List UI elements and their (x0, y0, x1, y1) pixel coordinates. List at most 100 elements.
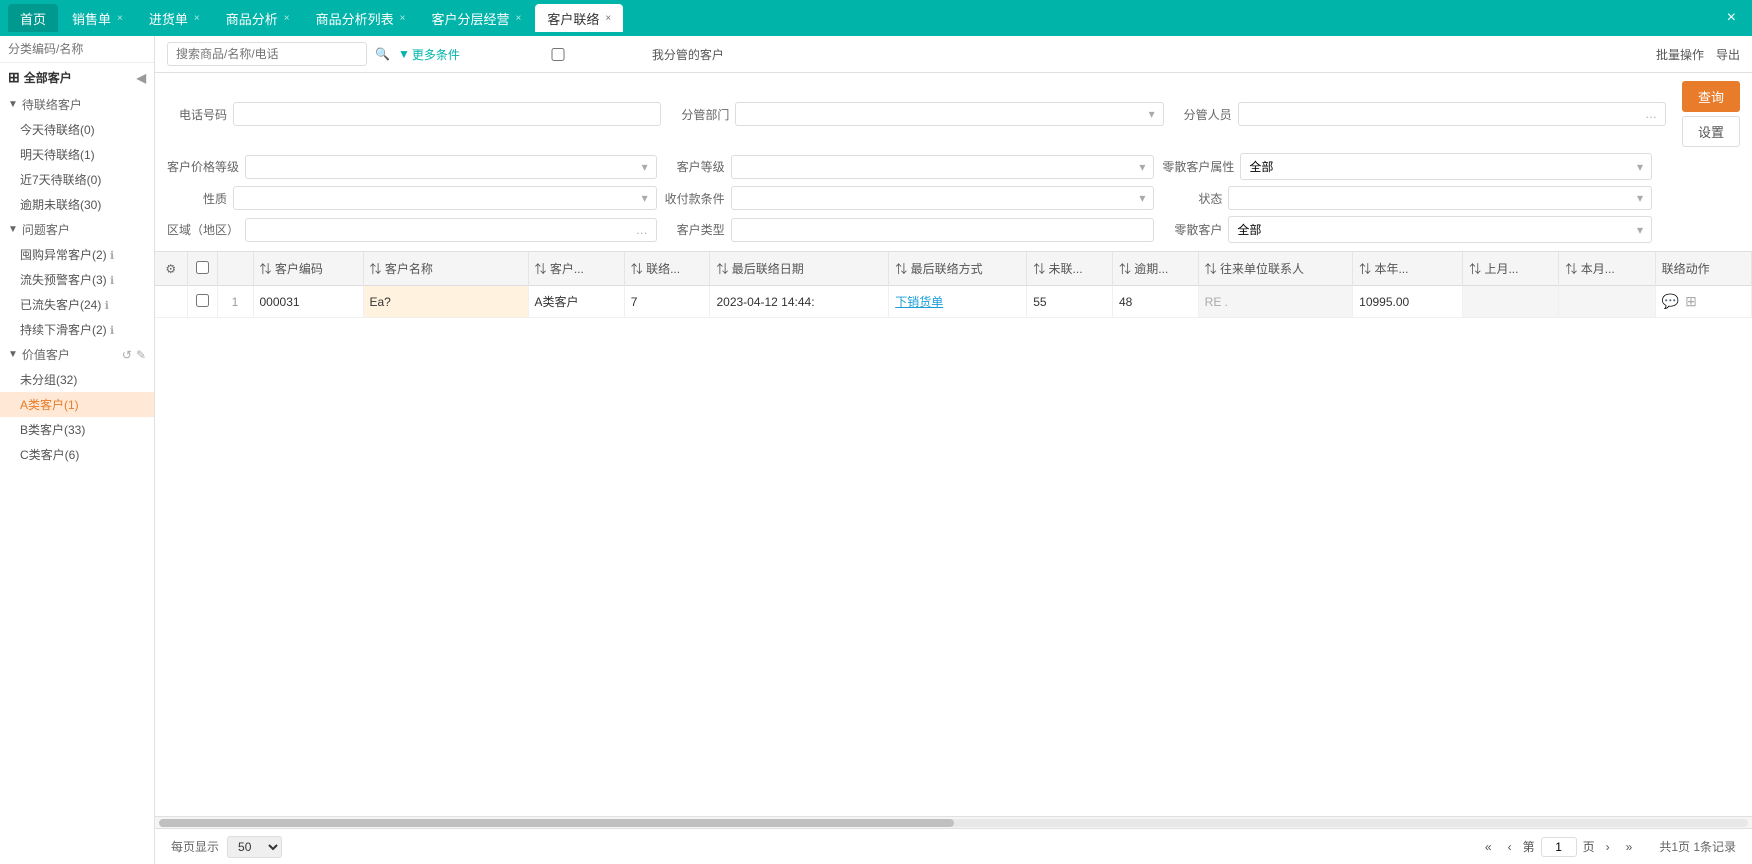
customer-type-header[interactable]: ⇅ 客户... (528, 252, 624, 286)
no-contact-header[interactable]: ⇅ 未联... (1027, 252, 1113, 286)
last-month-header[interactable]: ⇅ 上月... (1463, 252, 1559, 286)
table-row: 1 000031 Ea? A类客户 7 2023-04-12 14:44: 下销… (155, 286, 1752, 318)
page-size-select[interactable]: 50 100 200 (227, 836, 282, 858)
row-checkbox-cell[interactable] (187, 286, 217, 318)
close-all-tabs-button[interactable]: × (1719, 9, 1744, 27)
scrollbar-thumb[interactable] (159, 819, 954, 827)
search-input[interactable] (167, 42, 367, 66)
payment-dropdown[interactable]: ▾ (731, 186, 1155, 210)
sidebar-collapse-icon[interactable]: ◀ (137, 71, 146, 85)
checkbox-header[interactable] (187, 252, 217, 286)
this-year-header[interactable]: ⇅ 本年... (1353, 252, 1463, 286)
tab-close-icon[interactable]: × (194, 13, 200, 24)
visits-header[interactable]: ⇅ 往来单位联系人 (1198, 252, 1352, 286)
region-more-btn[interactable]: … (636, 223, 648, 237)
chat-action-icon[interactable]: 💬 (1662, 293, 1679, 310)
sidebar-item-C类客户(6)[interactable]: C类客户(6) (0, 442, 154, 467)
status-dropdown[interactable]: ▾ (1228, 186, 1652, 210)
sidebar-item-囤购异常客户(2)[interactable]: 囤购异常客户(2) ℹ (0, 242, 154, 267)
customer-type-input[interactable] (731, 218, 1155, 242)
dept-dropdown[interactable]: ▾ (735, 102, 1163, 126)
tab-close-icon[interactable]: × (117, 13, 123, 24)
sidebar-search-input[interactable] (8, 42, 155, 56)
gear-header[interactable]: ⚙ (155, 252, 187, 286)
manager-input[interactable]: … (1238, 102, 1666, 126)
sidebar-item-未分组(32)[interactable]: 未分组(32) (0, 367, 154, 392)
last-contact-date-header[interactable]: ⇅ 最后联络日期 (710, 252, 889, 286)
sidebar-item-流失预警客户(3)[interactable]: 流失预警客户(3) ℹ (0, 267, 154, 292)
batch-operation-button[interactable]: 批量操作 (1656, 46, 1704, 63)
search-button[interactable]: 🔍 (375, 47, 390, 61)
refresh-icon[interactable]: ↺ (122, 348, 132, 362)
tab-close-icon[interactable]: × (515, 13, 521, 24)
settings-button[interactable]: 设置 (1682, 116, 1740, 147)
sidebar-item-逾期未联络(30)[interactable]: 逾期未联络(30) (0, 192, 154, 217)
nav-tab-商品分析列表[interactable]: 商品分析列表× (304, 4, 418, 32)
price-level-dropdown[interactable]: ▾ (245, 155, 657, 179)
last-contact-method-header[interactable]: ⇅ 最后联络方式 (889, 252, 1027, 286)
tab-close-icon[interactable]: × (400, 13, 406, 24)
sidebar-item-已流失客户(24)[interactable]: 已流失客户(24) ℹ (0, 292, 154, 317)
sidebar-item-明天待联络(1)[interactable]: 明天待联络(1) (0, 142, 154, 167)
sidebar-item-B类客户(33)[interactable]: B类客户(33) (0, 417, 154, 442)
phone-label: 电话号码 (167, 106, 227, 123)
first-page-button[interactable]: « (1480, 838, 1497, 856)
next-page-button[interactable]: › (1601, 838, 1615, 856)
customer-level-dropdown[interactable]: ▾ (731, 155, 1155, 179)
price-level-field: 客户价格等级 ▾ (167, 155, 657, 179)
pagination-controls: « ‹ 第 页 › » 共1页 1条记录 (1480, 837, 1736, 857)
customer-name-header[interactable]: ⇅ 客户名称 (363, 252, 528, 286)
grid-action-icon[interactable]: ⊞ (1685, 293, 1697, 310)
nav-tab-客户分层经营[interactable]: 客户分层经营× (419, 4, 533, 32)
sidebar-item-近7天待联络(0)[interactable]: 近7天待联络(0) (0, 167, 154, 192)
customer-level-field: 客户等级 ▾ (665, 155, 1155, 179)
page-number-input[interactable] (1541, 837, 1577, 857)
overdue-header[interactable]: ⇅ 逾期... (1112, 252, 1198, 286)
last-page-button[interactable]: » (1621, 838, 1638, 856)
edit-icon[interactable]: ✎ (136, 348, 146, 362)
last-contact-method-link[interactable]: 下销货单 (895, 295, 943, 309)
row-last-contact-date: 2023-04-12 14:44: (710, 286, 889, 318)
sidebar-section-待联络客户[interactable]: ▼待联络客户 (0, 92, 154, 117)
sidebar-item-持续下滑客户(2)[interactable]: 持续下滑客户(2) ℹ (0, 317, 154, 342)
more-conditions-button[interactable]: ▼ 更多条件 (398, 46, 460, 63)
region-input[interactable]: … (245, 218, 657, 242)
query-button[interactable]: 查询 (1682, 81, 1740, 112)
my-customers-checkbox[interactable] (468, 48, 648, 61)
sidebar-search-bar: 🔍 (0, 36, 154, 63)
retail-customer-arrow: ▾ (1637, 223, 1643, 237)
my-customers-checkbox-label[interactable]: 我分管的客户 (468, 46, 724, 63)
all-customers-header[interactable]: ⊞ 全部客户 ◀ (0, 63, 154, 92)
prev-page-button[interactable]: ‹ (1503, 838, 1517, 856)
sidebar-item-A类客户(1)[interactable]: A类客户(1) (0, 392, 154, 417)
page-total-label: 页 (1583, 838, 1595, 855)
tab-close-icon[interactable]: × (605, 13, 611, 24)
phone-input[interactable] (233, 102, 661, 126)
export-button[interactable]: 导出 (1716, 46, 1740, 63)
contact-header[interactable]: ⇅ 联络... (624, 252, 710, 286)
section-title-label: 待联络客户 (22, 96, 82, 113)
tab-close-icon[interactable]: × (284, 13, 290, 24)
this-month-header[interactable]: ⇅ 本月... (1559, 252, 1655, 286)
manager-more-btn[interactable]: … (1645, 107, 1657, 121)
table-settings-icon[interactable]: ⚙ (165, 262, 176, 276)
row-checkbox[interactable] (196, 294, 209, 307)
horizontal-scrollbar[interactable] (155, 816, 1752, 828)
select-all-checkbox[interactable] (196, 261, 209, 274)
nature-dropdown[interactable]: ▾ (233, 186, 657, 210)
filter-row-2: 客户价格等级 ▾ 客户等级 ▾ 零散客户属性 全部 (167, 153, 1740, 180)
nav-tab-客户联络[interactable]: 客户联络× (535, 4, 623, 32)
nav-tab-商品分析[interactable]: 商品分析× (214, 4, 302, 32)
nav-tab-首页[interactable]: 首页 (8, 4, 58, 32)
status-label: 状态 (1162, 190, 1222, 207)
customer-code-header[interactable]: ⇅ 客户编码 (253, 252, 363, 286)
row-last-contact-method[interactable]: 下销货单 (889, 286, 1027, 318)
retail-customer-dropdown[interactable]: 全部 ▾ (1228, 216, 1652, 243)
sidebar-section-价值客户[interactable]: ▼价值客户↺✎ (0, 342, 154, 367)
sidebar-item-今天待联络(0)[interactable]: 今天待联络(0) (0, 117, 154, 142)
nav-tab-销售单[interactable]: 销售单× (60, 4, 135, 32)
nature-field: 性质 ▾ (167, 186, 657, 210)
retail-attr-dropdown[interactable]: 全部 ▾ (1240, 153, 1652, 180)
nav-tab-进货单[interactable]: 进货单× (137, 4, 212, 32)
sidebar-section-问题客户[interactable]: ▼问题客户 (0, 217, 154, 242)
